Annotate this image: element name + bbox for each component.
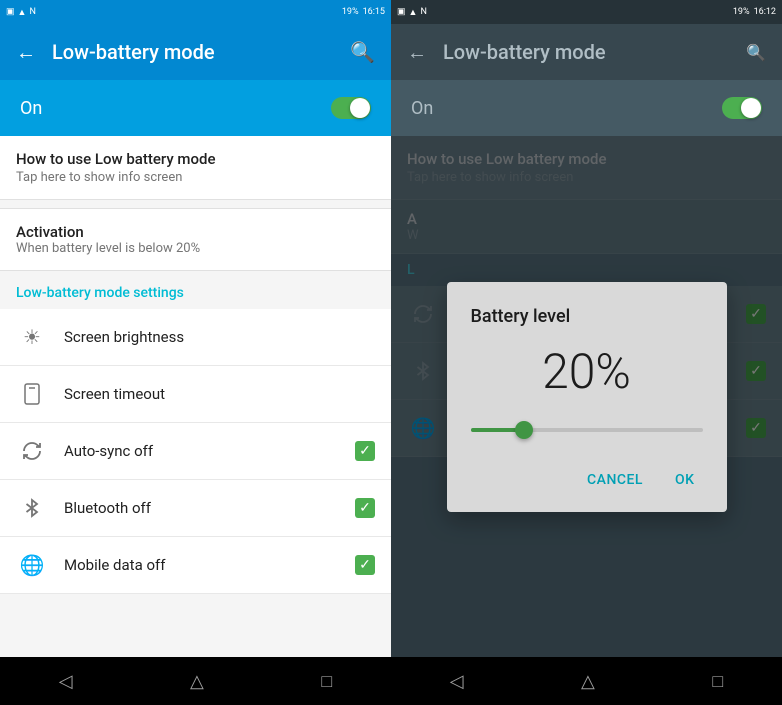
setting-bluetooth[interactable]: Bluetooth off ✓ (0, 480, 391, 537)
signal-icon-right: ▲ (409, 7, 418, 18)
info-sub-left: Tap here to show info screen (16, 170, 375, 185)
back-button-left[interactable]: ← (16, 40, 36, 65)
toggle-switch-right[interactable] (722, 97, 762, 119)
toggle-knob-left (350, 98, 370, 118)
timeout-label: Screen timeout (64, 385, 375, 403)
toggle-row-left: On (0, 80, 391, 136)
content-left: How to use Low battery mode Tap here to … (0, 136, 391, 657)
nav-back-right[interactable]: ◁ (450, 671, 464, 692)
battery-level-dialog: Battery level 20% CANCEL OK (447, 282, 727, 512)
nav-home-left[interactable]: △ (190, 671, 204, 692)
autosync-label: Auto-sync off (64, 442, 339, 460)
info-row-left[interactable]: How to use Low battery mode Tap here to … (0, 136, 391, 200)
content-right: How to use Low battery mode Tap here to … (391, 136, 782, 657)
status-icons-left: ▣ ▲ N (6, 7, 36, 18)
setting-timeout[interactable]: Screen timeout (0, 366, 391, 423)
brightness-label: Screen brightness (64, 328, 375, 346)
nfc-icon-right: N (420, 7, 426, 17)
slider-track (471, 428, 703, 432)
right-panel: ▣ ▲ N 19% 16:12 ← Low-battery mode 🔍 On … (391, 0, 782, 705)
toggle-row-right: On (391, 80, 782, 136)
activation-sub-left: When battery level is below 20% (16, 241, 375, 256)
timeout-icon (16, 378, 48, 410)
toggle-knob-right (741, 98, 761, 118)
dialog-actions: CANCEL OK (471, 464, 703, 496)
nfc-icon: N (29, 7, 35, 17)
activation-title-left: Activation (16, 223, 375, 241)
brightness-icon: ☀ (16, 321, 48, 353)
battery-text-left: 19% (342, 7, 359, 17)
time-right: 16:12 (754, 7, 776, 17)
ok-button[interactable]: OK (667, 464, 703, 496)
nav-recent-right[interactable]: □ (712, 671, 723, 692)
toggle-switch-left[interactable] (331, 97, 371, 119)
setting-autosync[interactable]: Auto-sync off ✓ (0, 423, 391, 480)
setting-mobiledata[interactable]: 🌐 Mobile data off ✓ (0, 537, 391, 594)
bottom-nav-right: ◁ △ □ (391, 657, 782, 705)
bluetooth-checkbox[interactable]: ✓ (355, 498, 375, 518)
status-icons-right: ▣ ▲ N (397, 7, 427, 18)
status-bar-right: ▣ ▲ N 19% 16:12 (391, 0, 782, 24)
battery-text-right: 19% (733, 7, 750, 17)
search-button-right[interactable]: 🔍 (746, 43, 766, 62)
time-left: 16:15 (363, 7, 385, 17)
signal-icon: ▲ (18, 7, 27, 18)
app-bar-right: ← Low-battery mode 🔍 (391, 24, 782, 80)
toggle-label-left: On (20, 98, 42, 119)
autosync-checkbox[interactable]: ✓ (355, 441, 375, 461)
back-button-right[interactable]: ← (407, 40, 427, 65)
mobiledata-checkbox[interactable]: ✓ (355, 555, 375, 575)
nav-recent-left[interactable]: □ (321, 671, 332, 692)
info-title-left: How to use Low battery mode (16, 150, 375, 168)
search-button-left[interactable]: 🔍 (350, 40, 375, 64)
mobiledata-label: Mobile data off (64, 556, 339, 574)
status-bar-left: ▣ ▲ N 19% 16:15 (0, 0, 391, 24)
settings-section-label-left: Low-battery mode settings (0, 271, 391, 309)
bluetooth-label: Bluetooth off (64, 499, 339, 517)
dialog-value: 20% (471, 343, 703, 400)
autosync-icon (16, 435, 48, 467)
wifi-icon-right: ▣ (397, 7, 406, 17)
mobiledata-icon: 🌐 (16, 549, 48, 581)
left-panel: ▣ ▲ N 19% 16:15 ← Low-battery mode 🔍 On … (0, 0, 391, 705)
app-bar-left: ← Low-battery mode 🔍 (0, 24, 391, 80)
toggle-label-right: On (411, 98, 433, 119)
wifi-icon: ▣ (6, 7, 15, 17)
dialog-overlay: Battery level 20% CANCEL OK (391, 136, 782, 657)
activation-row-left[interactable]: Activation When battery level is below 2… (0, 208, 391, 271)
nav-back-left[interactable]: ◁ (59, 671, 73, 692)
bottom-nav-left: ◁ △ □ (0, 657, 391, 705)
setting-brightness[interactable]: ☀ Screen brightness (0, 309, 391, 366)
page-title-right: Low-battery mode (443, 40, 730, 64)
bluetooth-icon (16, 492, 48, 524)
cancel-button[interactable]: CANCEL (579, 464, 651, 496)
dialog-title: Battery level (471, 306, 703, 327)
page-title-left: Low-battery mode (52, 40, 334, 64)
slider-thumb (515, 421, 533, 439)
battery-slider[interactable] (471, 420, 703, 440)
nav-home-right[interactable]: △ (581, 671, 595, 692)
